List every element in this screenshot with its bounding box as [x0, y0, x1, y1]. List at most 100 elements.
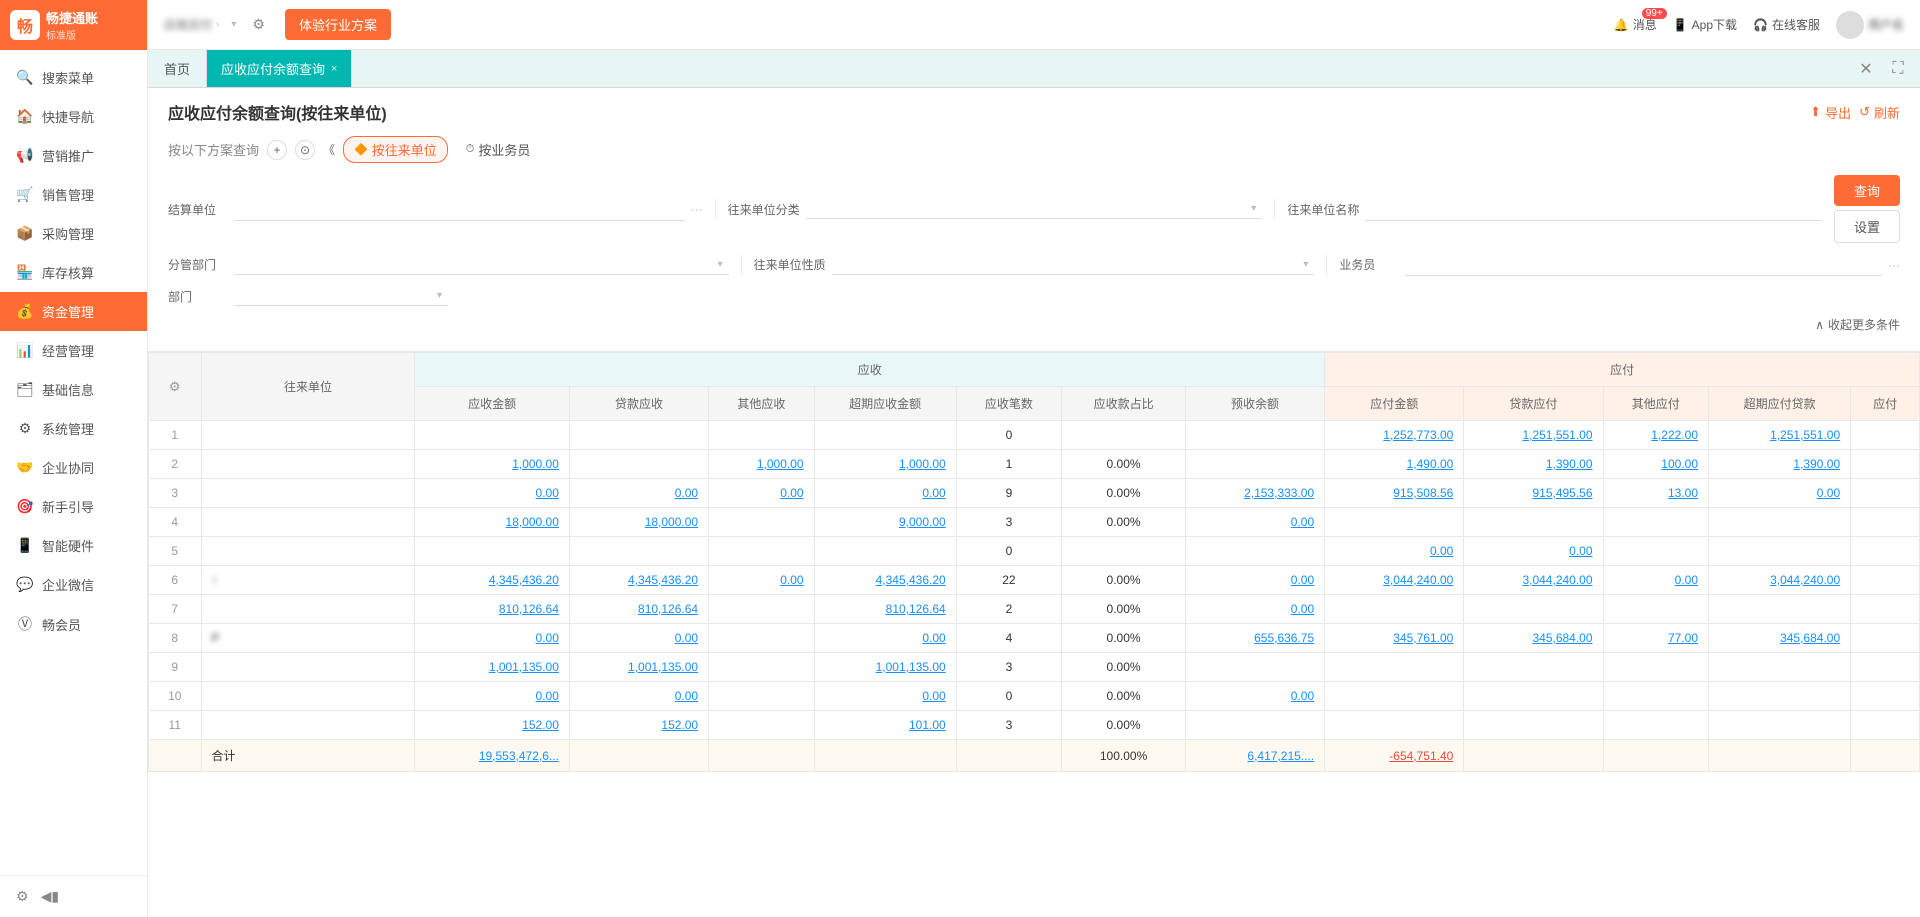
partner-name-input[interactable]	[1365, 198, 1822, 221]
cell-number[interactable]: 345,761.00	[1325, 624, 1464, 653]
cell-number[interactable]: 0.00	[814, 624, 956, 653]
cell-number[interactable]: 2,153,333.00	[1185, 479, 1324, 508]
cell-number[interactable]: 345,684.00	[1464, 624, 1603, 653]
setting-button[interactable]: 设置	[1834, 210, 1900, 243]
cell-number[interactable]: 1,000.00	[709, 450, 814, 479]
scheme-item-partner[interactable]: 🔶 按往来单位	[343, 136, 448, 163]
cell-number[interactable]: 3,044,240.00	[1325, 566, 1464, 595]
cell-number[interactable]: 0.00	[415, 479, 569, 508]
sidebar-item-enterprise[interactable]: 🤝 企业协同	[0, 448, 147, 487]
settings-footer-btn[interactable]: ⚙	[16, 888, 29, 905]
cell-number[interactable]: 810,126.64	[415, 595, 569, 624]
more-conditions-button[interactable]: ∧ 收起更多条件	[168, 310, 1900, 339]
cell-number[interactable]: 1,001,135.00	[415, 653, 569, 682]
sidebar-item-guide[interactable]: 🎯 新手引导	[0, 487, 147, 526]
cell-number[interactable]: 4,345,436.20	[814, 566, 956, 595]
cell-number[interactable]: 0.00	[1603, 566, 1708, 595]
export-button[interactable]: ⬆ 导出	[1810, 103, 1851, 122]
user-menu[interactable]: 用户名	[1836, 11, 1904, 39]
cell-number[interactable]: 1,252,773.00	[1325, 421, 1464, 450]
scheme-setting-button[interactable]: ⊙	[295, 140, 315, 160]
sidebar-item-sales[interactable]: 🛒 销售管理	[0, 175, 147, 214]
cell-number[interactable]: 1,001,135.00	[569, 653, 708, 682]
sidebar-item-member[interactable]: Ⓥ 畅会员	[0, 604, 147, 644]
cell-number[interactable]: 0.00	[814, 682, 956, 711]
cell-number[interactable]: 1,251,551.00	[1464, 421, 1603, 450]
sidebar-item-system[interactable]: ⚙ 系统管理	[0, 409, 147, 448]
cell-number[interactable]: 0.00	[569, 479, 708, 508]
cell-number[interactable]: 915,495.56	[1464, 479, 1603, 508]
topbar-down-arrow[interactable]: ▾	[231, 19, 236, 30]
scheme-collapse-button[interactable]: 《	[323, 141, 335, 158]
query-button[interactable]: 查询	[1834, 175, 1900, 206]
cell-number[interactable]: 0.00	[1185, 508, 1324, 537]
cell-number[interactable]: 810,126.64	[814, 595, 956, 624]
footer-ys-prepay[interactable]: 6,417,215....	[1185, 740, 1324, 772]
cell-number[interactable]: 0.00	[1709, 479, 1851, 508]
cell-number[interactable]: 18,000.00	[415, 508, 569, 537]
sidebar-item-marketing[interactable]: 📢 营销推广	[0, 136, 147, 175]
topbar-gear-icon[interactable]: ⚙	[252, 16, 265, 33]
sidebar-item-management[interactable]: 📊 经营管理	[0, 331, 147, 370]
cell-number[interactable]: 77.00	[1603, 624, 1708, 653]
salesperson-input[interactable]	[1405, 253, 1882, 276]
cell-number[interactable]: 13.00	[1603, 479, 1708, 508]
tab-close-window-icon[interactable]: ✕	[1852, 55, 1880, 83]
tab-home[interactable]: 首页	[148, 50, 207, 87]
cell-number[interactable]: 0.00	[1185, 682, 1324, 711]
th-settings[interactable]: ⚙	[149, 353, 202, 421]
partner-nature-select[interactable]: ▾	[832, 255, 1315, 275]
cell-number[interactable]: 0.00	[709, 566, 814, 595]
refresh-button[interactable]: ↺ 刷新	[1859, 103, 1900, 122]
collapse-footer-btn[interactable]: ◀▮	[41, 888, 59, 905]
sidebar-item-finance[interactable]: 💰 资金管理	[0, 292, 147, 331]
cell-number[interactable]: 655,636.75	[1185, 624, 1324, 653]
settlement-unit-dots[interactable]: ···	[691, 202, 703, 216]
online-service-button[interactable]: 🎧 在线客服	[1753, 16, 1820, 33]
cell-number[interactable]: 100.00	[1603, 450, 1708, 479]
cell-number[interactable]: 152.00	[569, 711, 708, 740]
cell-number[interactable]: 3,044,240.00	[1709, 566, 1851, 595]
cell-number[interactable]: 1,000.00	[415, 450, 569, 479]
app-download-button[interactable]: 📱 App下载	[1673, 16, 1737, 33]
cell-number[interactable]: 1,001,135.00	[814, 653, 956, 682]
cell-number[interactable]: 915,508.56	[1325, 479, 1464, 508]
footer-yf-amount[interactable]: -654,751.40	[1325, 740, 1464, 772]
tab-maximize-icon[interactable]: ⛶	[1884, 55, 1912, 83]
sidebar-item-search[interactable]: 🔍 搜索菜单	[0, 58, 147, 97]
cell-number[interactable]: 810,126.64	[569, 595, 708, 624]
sidebar-item-purchase[interactable]: 📦 采购管理	[0, 214, 147, 253]
cell-number[interactable]: 0.00	[1185, 566, 1324, 595]
cell-number[interactable]: 18,000.00	[569, 508, 708, 537]
cell-number[interactable]: 0.00	[1185, 595, 1324, 624]
sidebar-item-hardware[interactable]: 📱 智能硬件	[0, 526, 147, 565]
sidebar-item-inventory[interactable]: 🏪 库存核算	[0, 253, 147, 292]
dept-select[interactable]: ▾	[234, 286, 448, 306]
cell-number[interactable]: 0.00	[814, 479, 956, 508]
cell-number[interactable]: 4,345,436.20	[415, 566, 569, 595]
footer-ys-amount[interactable]: 19,553,472,6...	[415, 740, 569, 772]
cell-number[interactable]: 1,390.00	[1709, 450, 1851, 479]
cell-number[interactable]: 0.00	[1464, 537, 1603, 566]
cell-number[interactable]: 1,222.00	[1603, 421, 1708, 450]
cell-number[interactable]: 0.00	[709, 479, 814, 508]
cell-number[interactable]: 1,390.00	[1464, 450, 1603, 479]
cell-number[interactable]: 1,490.00	[1325, 450, 1464, 479]
cell-number[interactable]: 1,251,551.00	[1709, 421, 1851, 450]
scheme-item-salesperson[interactable]: ⏱ 按业务员	[456, 137, 541, 162]
cell-number[interactable]: 0.00	[569, 682, 708, 711]
notice-button[interactable]: 🔔 消息 99+	[1614, 16, 1657, 33]
solution-button[interactable]: 体验行业方案	[285, 9, 391, 40]
cell-number[interactable]: 0.00	[415, 682, 569, 711]
cell-number[interactable]: 0.00	[415, 624, 569, 653]
cell-number[interactable]: 152.00	[415, 711, 569, 740]
cell-number[interactable]: 4,345,436.20	[569, 566, 708, 595]
cell-number[interactable]: 345,684.00	[1709, 624, 1851, 653]
cell-number[interactable]: 1,000.00	[814, 450, 956, 479]
cell-number[interactable]: 0.00	[569, 624, 708, 653]
sidebar-item-shortcut[interactable]: 🏠 快捷导航	[0, 97, 147, 136]
sidebar-item-basic[interactable]: 🗂 基础信息	[0, 370, 147, 409]
tab-balance-query[interactable]: 应收应付余额查询 ×	[207, 50, 351, 87]
cell-number[interactable]: 101.00	[814, 711, 956, 740]
cell-number[interactable]: 9,000.00	[814, 508, 956, 537]
